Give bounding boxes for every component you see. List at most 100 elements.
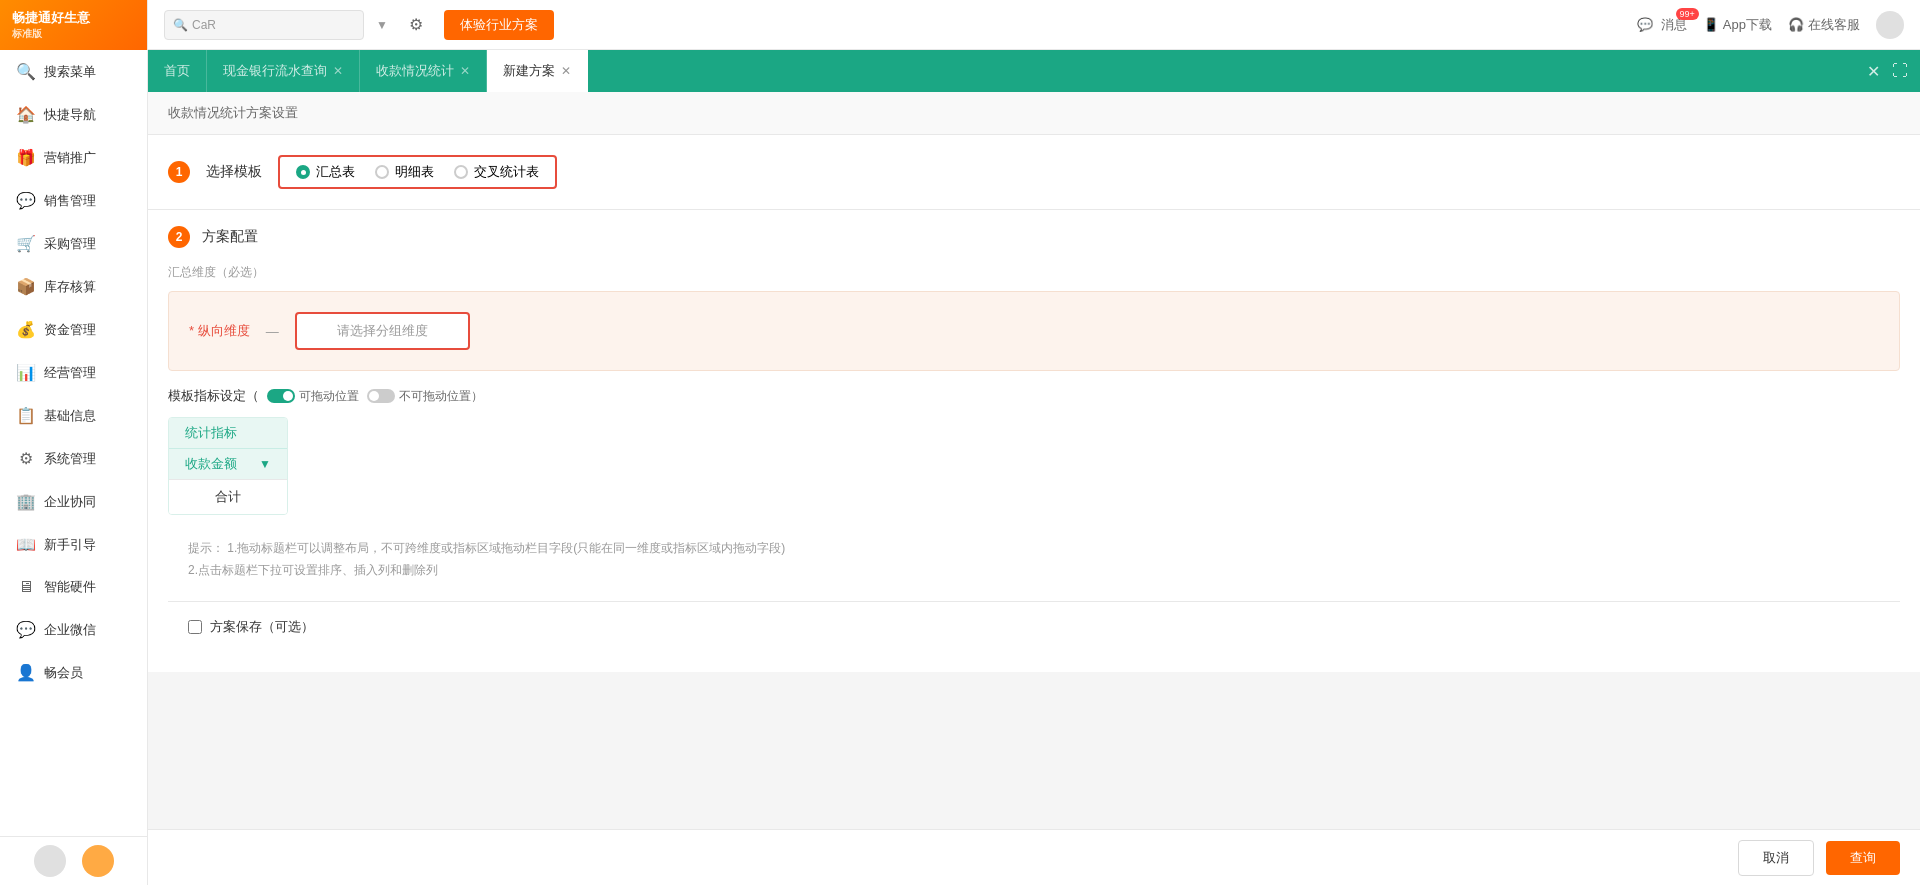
sidebar-item-quick-nav[interactable]: 🏠 快捷导航 bbox=[0, 93, 147, 136]
window-expand-button[interactable]: ⛶ bbox=[1892, 62, 1908, 80]
sidebar-item-label: 系统管理 bbox=[44, 450, 96, 468]
tip-line2: 2.点击标题栏下拉可设置排序、插入列和删除列 bbox=[188, 560, 1880, 582]
sidebar-item-label: 企业协同 bbox=[44, 493, 96, 511]
tab-bank-flow-close[interactable]: ✕ bbox=[333, 64, 343, 78]
sidebar-item-operations[interactable]: 📊 经营管理 bbox=[0, 351, 147, 394]
finance-icon: 💰 bbox=[16, 320, 36, 339]
inventory-icon: 📦 bbox=[16, 277, 36, 296]
tab-new-plan[interactable]: 新建方案 ✕ bbox=[487, 50, 588, 92]
app-download-button[interactable]: 📱 App下载 bbox=[1703, 16, 1772, 34]
radio-detail[interactable]: 明细表 bbox=[375, 163, 434, 181]
gear-button[interactable]: ⚙ bbox=[400, 9, 432, 41]
dim-select-placeholder: 请选择分组维度 bbox=[337, 323, 428, 338]
window-close-button[interactable]: ✕ bbox=[1867, 62, 1880, 81]
step1-row: 1 选择模板 汇总表 明细表 交叉统计表 bbox=[168, 155, 1900, 189]
trial-button[interactable]: 体验行业方案 bbox=[444, 10, 554, 40]
sidebar-item-enterprise[interactable]: 🏢 企业协同 bbox=[0, 480, 147, 523]
sidebar-item-label: 畅会员 bbox=[44, 664, 83, 682]
dim-select-dropdown[interactable]: 请选择分组维度 bbox=[295, 312, 470, 350]
radio-detail-circle bbox=[375, 165, 389, 179]
sidebar-item-label: 快捷导航 bbox=[44, 106, 96, 124]
page-breadcrumb: 收款情况统计方案设置 bbox=[148, 92, 1920, 135]
sidebar-item-label: 库存核算 bbox=[44, 278, 96, 296]
tab-collection-stat-close[interactable]: ✕ bbox=[460, 64, 470, 78]
system-icon: ⚙ bbox=[16, 449, 36, 468]
chevron-down-icon[interactable]: ▼ bbox=[376, 18, 388, 32]
divider1 bbox=[148, 209, 1920, 210]
tab-home[interactable]: 首页 bbox=[148, 50, 207, 92]
tabbar-right: ✕ ⛶ bbox=[1855, 62, 1920, 81]
sidebar-item-label: 采购管理 bbox=[44, 235, 96, 253]
sidebar-bottom-avatar1[interactable] bbox=[34, 845, 66, 877]
non-draggable-label: 不可拖动位置） bbox=[399, 388, 483, 405]
tips-section: 提示： 1.拖动标题栏可以调整布局，不可跨维度或指标区域拖动栏目字段(只能在同一… bbox=[168, 518, 1900, 601]
dim-arrow: — bbox=[266, 324, 279, 339]
metrics-table: 统计指标 收款金额 ▼ 合计 bbox=[168, 417, 288, 515]
wechat-icon: 💬 bbox=[16, 620, 36, 639]
metrics-table-header: 统计指标 bbox=[169, 418, 287, 448]
sidebar-item-member[interactable]: 👤 畅会员 bbox=[0, 651, 147, 694]
metrics-total-cell: 合计 bbox=[169, 479, 287, 514]
guide-icon: 📖 bbox=[16, 535, 36, 554]
vertical-dim-label: * 纵向维度 bbox=[189, 322, 250, 340]
metrics-column-header[interactable]: 收款金额 ▼ bbox=[169, 448, 287, 479]
save-checkbox[interactable] bbox=[188, 620, 202, 634]
sidebar-item-label: 经营管理 bbox=[44, 364, 96, 382]
radio-summary[interactable]: 汇总表 bbox=[296, 163, 355, 181]
sidebar-item-label: 基础信息 bbox=[44, 407, 96, 425]
draggable-toggle[interactable]: 可拖动位置 bbox=[267, 388, 359, 405]
radio-cross-label: 交叉统计表 bbox=[474, 163, 539, 181]
sidebar-item-label: 营销推广 bbox=[44, 149, 96, 167]
service-button[interactable]: 🎧 在线客服 bbox=[1788, 16, 1860, 34]
non-draggable-toggle[interactable]: 不可拖动位置） bbox=[367, 388, 483, 405]
step1-section: 1 选择模板 汇总表 明细表 交叉统计表 bbox=[148, 135, 1920, 189]
sidebar-item-system[interactable]: ⚙ 系统管理 bbox=[0, 437, 147, 480]
message-button[interactable]: 💬 99+ 消息 bbox=[1637, 16, 1687, 34]
bottom-action-bar: 取消 查询 bbox=[148, 829, 1920, 885]
template-radio-group: 汇总表 明细表 交叉统计表 bbox=[278, 155, 557, 189]
sidebar-item-wechat[interactable]: 💬 企业微信 bbox=[0, 608, 147, 651]
message-icon: 💬 bbox=[1637, 17, 1653, 32]
sidebar-item-basic-info[interactable]: 📋 基础信息 bbox=[0, 394, 147, 437]
cancel-button[interactable]: 取消 bbox=[1738, 840, 1814, 876]
radio-cross[interactable]: 交叉统计表 bbox=[454, 163, 539, 181]
metrics-title: 模板指标设定（ bbox=[168, 387, 259, 405]
save-label: 方案保存（可选） bbox=[210, 618, 314, 636]
topbar: 🔍 CaR ▼ ⚙ 体验行业方案 💬 99+ 消息 📱 App下载 🎧 在线客服 bbox=[148, 0, 1920, 50]
sidebar-bottom-avatar2[interactable] bbox=[82, 845, 114, 877]
sidebar-item-marketing[interactable]: 🎁 营销推广 bbox=[0, 136, 147, 179]
radio-cross-circle bbox=[454, 165, 468, 179]
sidebar-item-label: 销售管理 bbox=[44, 192, 96, 210]
sidebar-item-inventory[interactable]: 📦 库存核算 bbox=[0, 265, 147, 308]
tab-new-plan-close[interactable]: ✕ bbox=[561, 64, 571, 78]
dimension-box: * 纵向维度 — 请选择分组维度 bbox=[168, 291, 1900, 371]
step2-label: 方案配置 bbox=[202, 228, 258, 246]
sidebar-item-smart-hw[interactable]: 🖥 智能硬件 bbox=[0, 566, 147, 608]
operations-icon: 📊 bbox=[16, 363, 36, 382]
smart-hw-icon: 🖥 bbox=[16, 578, 36, 596]
sidebar-item-sales[interactable]: 💬 销售管理 bbox=[0, 179, 147, 222]
sidebar-item-purchase[interactable]: 🛒 采购管理 bbox=[0, 222, 147, 265]
radio-summary-label: 汇总表 bbox=[316, 163, 355, 181]
query-button[interactable]: 查询 bbox=[1826, 841, 1900, 875]
non-draggable-toggle-dot bbox=[367, 389, 395, 403]
search-icon: 🔍 bbox=[173, 18, 188, 32]
sidebar-item-guide[interactable]: 📖 新手引导 bbox=[0, 523, 147, 566]
basic-info-icon: 📋 bbox=[16, 406, 36, 425]
chevron-down-icon: ▼ bbox=[259, 457, 271, 471]
message-badge: 99+ bbox=[1676, 8, 1699, 20]
sidebar-logo: 畅捷通好生意 标准版 bbox=[0, 0, 147, 50]
content-area: 收款情况统计方案设置 1 选择模板 汇总表 明细表 bbox=[148, 92, 1920, 829]
dimension-section: 汇总维度（必选） * 纵向维度 — 请选择分组维度 bbox=[168, 264, 1900, 371]
topbar-search-box[interactable]: 🔍 CaR bbox=[164, 10, 364, 40]
sidebar-item-finance[interactable]: 💰 资金管理 bbox=[0, 308, 147, 351]
user-avatar[interactable] bbox=[1876, 11, 1904, 39]
sidebar-item-search-menu[interactable]: 🔍 搜索菜单 bbox=[0, 50, 147, 93]
logo-name: 畅捷通好生意 bbox=[12, 9, 90, 27]
logo-badge: 标准版 bbox=[12, 27, 90, 41]
marketing-icon: 🎁 bbox=[16, 148, 36, 167]
member-icon: 👤 bbox=[16, 663, 36, 682]
radio-summary-circle bbox=[296, 165, 310, 179]
tab-collection-stat[interactable]: 收款情况统计 ✕ bbox=[360, 50, 487, 92]
tab-bank-flow[interactable]: 现金银行流水查询 ✕ bbox=[207, 50, 360, 92]
